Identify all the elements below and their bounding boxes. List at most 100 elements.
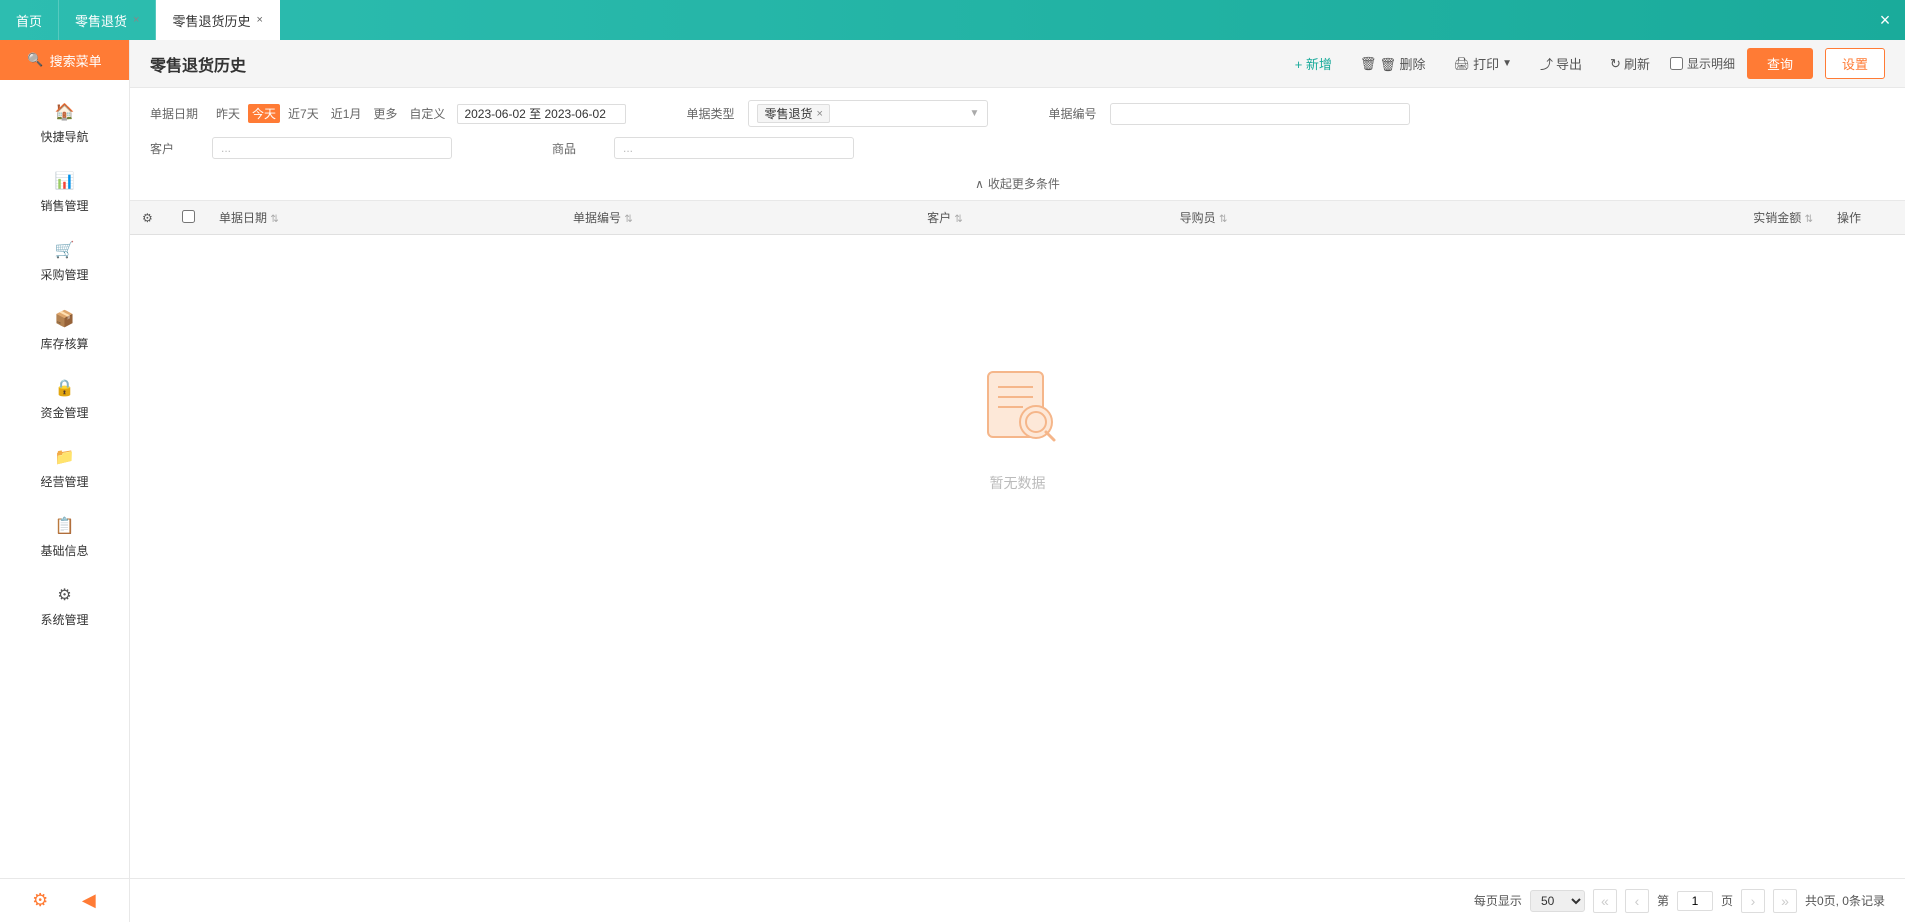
sidebar-item-biz-mgmt[interactable]: 📁 经营管理 [0, 433, 129, 502]
date-filter: 单据日期 昨天 今天 近7天 近1月 更多 自定义 [150, 104, 626, 124]
next-page-button[interactable]: › [1741, 889, 1765, 913]
date-opt-today[interactable]: 今天 [248, 104, 280, 123]
doc-type-tag: 零售退货 × [757, 104, 829, 123]
gear-settings-icon: ⚙ [142, 211, 153, 225]
sidebar-item-purchase-mgmt-label: 采购管理 [40, 266, 88, 283]
goods-filter: 商品 ... [552, 137, 854, 159]
top-bar: 首页 零售退货 × 零售退货历史 × × [0, 0, 1905, 40]
th-doc-num-label: 单据编号 [573, 211, 621, 225]
page-header: 零售退货历史 + 新增 🗑 🗑 删除 🖨 打印 ▼ ⤴ 导出 ↻ [130, 40, 1905, 88]
select-all-checkbox[interactable] [182, 210, 195, 223]
settings-button[interactable]: 设置 [1825, 48, 1885, 79]
table-area: ⚙ 单据日期 单据编号 客户 [130, 201, 1905, 878]
th-amount[interactable]: 实销金额 [1471, 201, 1825, 235]
collapse-filter-button[interactable]: ∧ 收起更多条件 [150, 169, 1885, 200]
sidebar-item-quick-nav[interactable]: 🏠 快捷导航 [0, 88, 129, 157]
date-opt-custom[interactable]: 自定义 [405, 104, 449, 123]
sidebar-item-biz-mgmt-label: 经营管理 [40, 473, 88, 490]
doc-type-filter: 单据类型 零售退货 × ▼ [686, 100, 988, 127]
sidebar-item-sales-mgmt-label: 销售管理 [40, 197, 88, 214]
delete-button[interactable]: 🗑 🗑 删除 [1352, 50, 1434, 77]
sidebar-item-basic-info-label: 基础信息 [40, 542, 88, 559]
sidebar-search-label: 搜索菜单 [50, 51, 102, 70]
first-page-button[interactable]: « [1593, 889, 1617, 913]
sidebar-search[interactable]: 🔍 搜索菜单 [0, 40, 129, 80]
refresh-button[interactable]: ↻ 刷新 [1602, 50, 1658, 77]
goods-select[interactable]: ... [614, 137, 854, 159]
window-close-button[interactable]: × [1865, 0, 1905, 40]
export-button[interactable]: ⤴ 导出 [1532, 50, 1590, 77]
sys-icon: ⚙ [53, 583, 77, 607]
show-detail-toggle[interactable]: 显示明细 [1670, 55, 1735, 72]
sidebar-item-purchase-mgmt[interactable]: 🛒 采购管理 [0, 226, 129, 295]
customer-select[interactable]: ... [212, 137, 452, 159]
last-page-button[interactable]: » [1773, 889, 1797, 913]
page-suffix-label: 页 [1721, 892, 1733, 909]
collapse-icon: ∧ [975, 177, 984, 191]
th-gear[interactable]: ⚙ [130, 201, 170, 235]
date-opt-yesterday[interactable]: 昨天 [212, 104, 244, 123]
show-detail-label: 显示明细 [1687, 55, 1735, 72]
tab-retail-return-history-close[interactable]: × [256, 14, 262, 26]
sidebar-collapse-button[interactable]: ◀ [75, 887, 103, 915]
filter-area: 单据日期 昨天 今天 近7天 近1月 更多 自定义 单据类型 [130, 88, 1905, 201]
th-customer-label: 客户 [927, 211, 951, 225]
date-opt-more[interactable]: 更多 [369, 104, 401, 123]
tab-retail-return-history-label: 零售退货历史 [172, 11, 250, 30]
doc-num-filter: 单据编号 [1048, 103, 1410, 125]
gear-icon: ⚙ [32, 890, 48, 911]
prev-page-button[interactable]: ‹ [1625, 889, 1649, 913]
date-opt-last1m[interactable]: 近1月 [327, 104, 366, 123]
empty-text: 暂无数据 [990, 473, 1046, 493]
customer-label: 客户 [150, 140, 204, 157]
th-customer[interactable]: 客户 [915, 201, 1168, 235]
empty-illustration [968, 357, 1068, 457]
data-table: ⚙ 单据日期 单据编号 客户 [130, 201, 1905, 235]
filter-row-1: 单据日期 昨天 今天 近7天 近1月 更多 自定义 单据类型 [150, 100, 1885, 127]
th-doc-num[interactable]: 单据编号 [561, 201, 915, 235]
doc-num-label: 单据编号 [1048, 105, 1102, 122]
sidebar-item-basic-info[interactable]: 📋 基础信息 [0, 502, 129, 571]
date-filter-label: 单据日期 [150, 105, 204, 122]
doc-num-input[interactable] [1110, 103, 1410, 125]
sidebar-item-finance-mgmt[interactable]: 🔒 资金管理 [0, 364, 129, 433]
filter-row-2: 客户 ... 商品 ... [150, 137, 1885, 159]
pagination-bar: 每页显示 10 20 50 100 « ‹ 第 页 › » 共0页, 0条记录 [130, 878, 1905, 922]
tab-home-label: 首页 [16, 11, 42, 30]
new-button[interactable]: + 新增 [1287, 50, 1340, 77]
query-button[interactable]: 查询 [1747, 48, 1813, 79]
page-title: 零售退货历史 [150, 52, 246, 76]
sidebar-item-inventory-label: 库存核算 [40, 335, 88, 352]
th-doc-date[interactable]: 单据日期 [207, 201, 561, 235]
delete-label: 🗑 删除 [1379, 54, 1425, 73]
sidebar-item-inventory[interactable]: 📦 库存核算 [0, 295, 129, 364]
doc-type-dropdown-icon: ▼ [970, 108, 980, 119]
tab-retail-return-close[interactable]: × [133, 14, 139, 26]
th-checkbox[interactable] [170, 201, 207, 235]
sidebar-item-sales-mgmt[interactable]: 📊 销售管理 [0, 157, 129, 226]
refresh-icon: ↻ [1610, 56, 1621, 72]
tab-retail-return[interactable]: 零售退货 × [59, 0, 156, 40]
content-area: 零售退货历史 + 新增 🗑 🗑 删除 🖨 打印 ▼ ⤴ 导出 ↻ [130, 40, 1905, 922]
export-icon: ⤴ [1540, 54, 1553, 73]
th-guide-label: 导购员 [1180, 211, 1216, 225]
date-range-input[interactable] [457, 104, 626, 124]
th-guide[interactable]: 导购员 [1168, 201, 1471, 235]
print-button[interactable]: 🖨 打印 ▼ [1446, 50, 1520, 77]
biz-icon: 📁 [53, 445, 77, 469]
date-opt-last7[interactable]: 近7天 [284, 104, 323, 123]
doc-type-select[interactable]: 零售退货 × ▼ [748, 100, 988, 127]
th-doc-date-label: 单据日期 [219, 211, 267, 225]
customer-filter: 客户 ... [150, 137, 452, 159]
show-detail-checkbox[interactable] [1670, 57, 1683, 70]
page-number-input[interactable] [1677, 891, 1713, 911]
page-size-select[interactable]: 10 20 50 100 [1530, 890, 1585, 912]
sidebar-item-sys-mgmt[interactable]: ⚙ 系统管理 [0, 571, 129, 640]
doc-type-label: 单据类型 [686, 105, 740, 122]
doc-type-tag-close[interactable]: × [816, 108, 822, 120]
tab-retail-return-history[interactable]: 零售退货历史 × [156, 0, 279, 40]
tab-home[interactable]: 首页 [0, 0, 59, 40]
sidebar-settings-button[interactable]: ⚙ [26, 887, 54, 915]
doc-type-tag-label: 零售退货 [764, 105, 812, 122]
finance-icon: 🔒 [53, 376, 77, 400]
